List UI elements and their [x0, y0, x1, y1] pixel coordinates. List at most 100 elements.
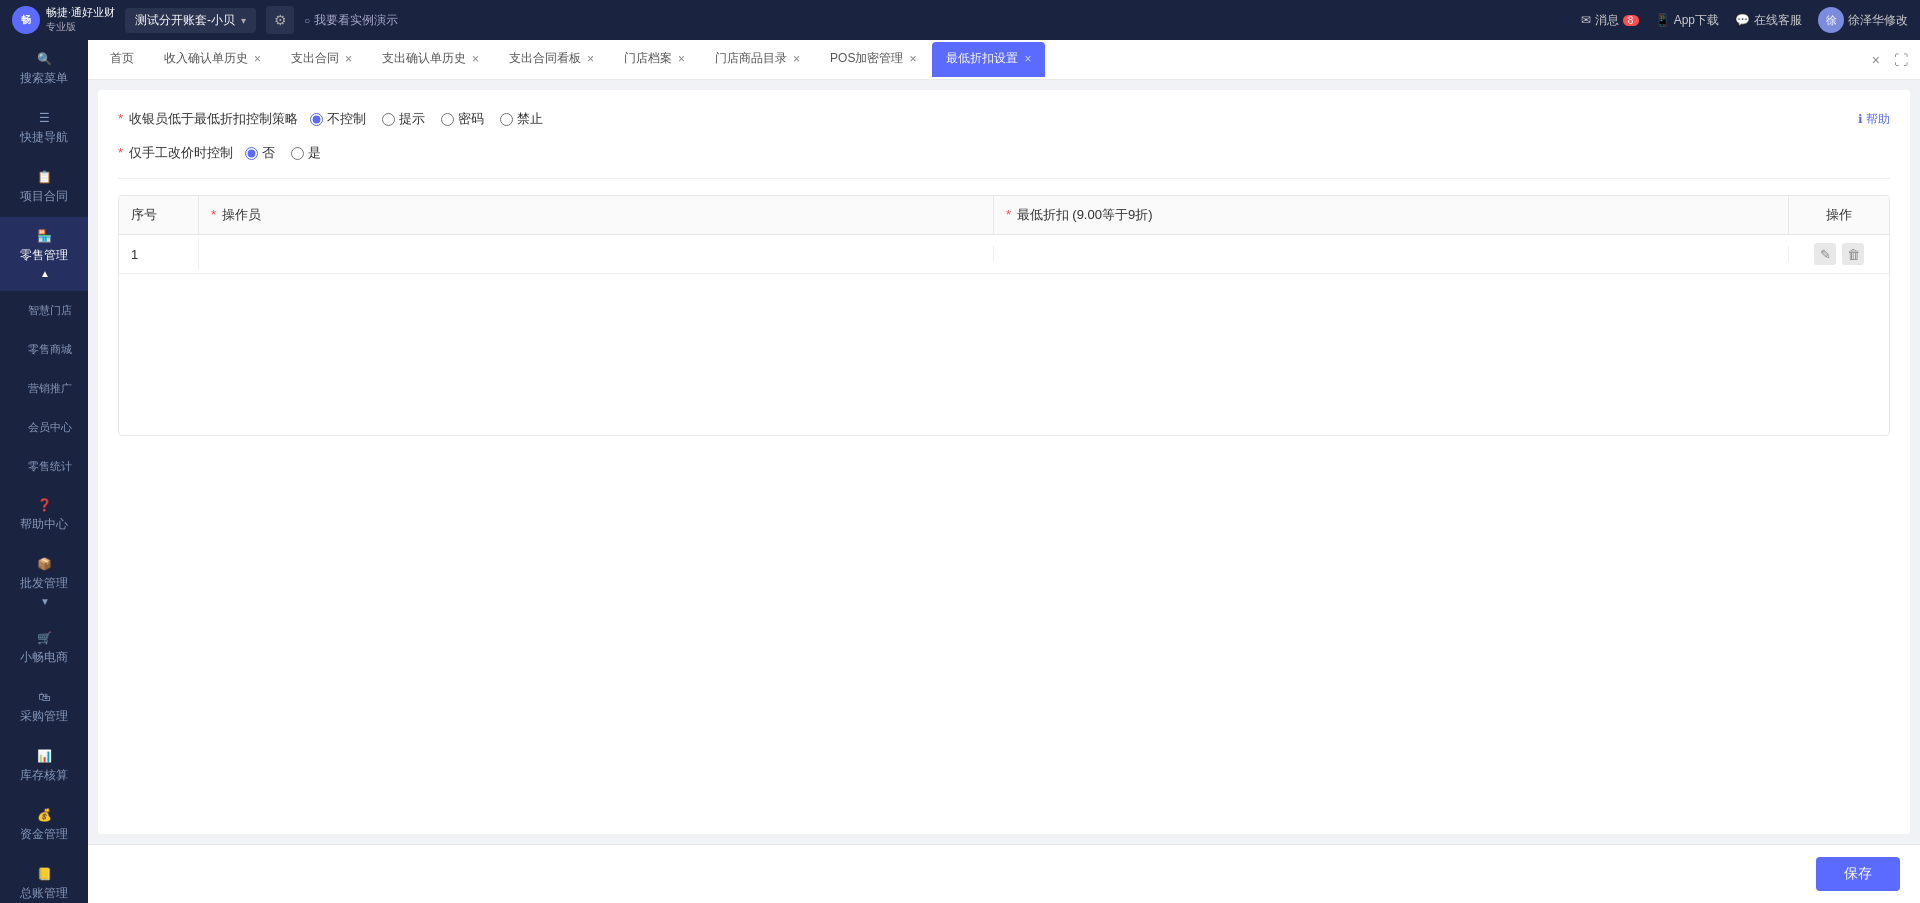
message-label: 消息 — [1595, 12, 1619, 29]
radio-password[interactable]: 密码 — [441, 110, 484, 128]
sidebar-item-ledger-mgmt[interactable]: 📒 总账管理 — [0, 855, 88, 903]
sidebar-item-quick-nav[interactable]: ☰ 快捷导航 — [0, 99, 88, 158]
save-button[interactable]: 保存 — [1816, 857, 1900, 891]
user-name: 徐泽华修改 — [1848, 12, 1908, 29]
logo-text: 畅捷·通好业财 — [46, 6, 115, 19]
project-selector[interactable]: 测试分开账套-小贝 ▾ — [125, 8, 256, 33]
tab-store-goods-catalog[interactable]: 门店商品目录 × — [701, 42, 814, 77]
tab-income-history-label: 收入确认单历史 — [164, 50, 248, 67]
retail-icon: 🏪 — [37, 229, 52, 243]
sidebar-item-help-center[interactable]: ❓ 帮助中心 — [0, 486, 88, 545]
logo-text-block: 畅捷·通好业财 专业版 — [46, 6, 115, 33]
chevron-up-icon: ▲ — [40, 268, 50, 279]
sidebar: 🔍 搜索菜单 ☰ 快捷导航 📋 项目合同 🏪 零售管理 ▲ 智慧门店 零售商城 … — [0, 40, 88, 903]
sidebar-label-help-center: 帮助中心 — [20, 516, 68, 533]
help-icon: ❓ — [37, 498, 52, 512]
radio-forbid-label: 禁止 — [517, 110, 543, 128]
sidebar-item-purchase-mgmt[interactable]: 🛍 采购管理 — [0, 678, 88, 737]
sidebar-item-inventory[interactable]: 📊 库存核算 — [0, 737, 88, 796]
sidebar-label-smart-store: 智慧门店 — [28, 303, 72, 318]
sidebar-item-search[interactable]: 🔍 搜索菜单 — [0, 40, 88, 99]
sidebar-item-batch-mgmt[interactable]: 📦 批发管理 ▼ — [0, 545, 88, 619]
radio-remind[interactable]: 提示 — [382, 110, 425, 128]
sidebar-label-project-contract: 项目合同 — [20, 188, 68, 205]
sidebar-item-project-contract[interactable]: 📋 项目合同 — [0, 158, 88, 217]
page-content: * 收银员低于最低折扣控制策略 不控制 提示 — [88, 80, 1920, 844]
ecommerce-icon: 🛒 — [37, 631, 52, 645]
message-icon: ✉ — [1581, 13, 1591, 27]
sidebar-item-retail-mgmt[interactable]: 🏪 零售管理 ▲ — [0, 217, 88, 291]
sidebar-label-member-center: 会员中心 — [28, 420, 72, 435]
radio-no-label: 否 — [262, 144, 275, 162]
delete-icon[interactable]: 🗑 — [1842, 243, 1864, 265]
tab-pos-password-close[interactable]: × — [909, 52, 916, 66]
tab-bar: 首页 收入确认单历史 × 支出合同 × 支出确认单历史 × 支出合同看板 × 门… — [88, 40, 1920, 80]
message-btn[interactable]: ✉ 消息 8 — [1581, 12, 1639, 29]
sidebar-item-member-center[interactable]: 会员中心 — [0, 408, 88, 447]
sidebar-label-retail-stats: 零售统计 — [28, 459, 72, 474]
help-icon: ℹ — [1858, 112, 1863, 126]
tab-min-discount-settings-close[interactable]: × — [1024, 52, 1031, 66]
topbar: 畅 畅捷·通好业财 专业版 测试分开账套-小贝 ▾ ⚙ 我要看实例演示 ✉ 消息… — [0, 0, 1920, 40]
tab-payment-confirm-history-label: 支出确认单历史 — [382, 50, 466, 67]
discount-table: 序号 * 操作员 * 最低折扣 (9.00等于9折) 操作 1 — [118, 195, 1890, 436]
project-name: 测试分开账套-小贝 — [135, 12, 235, 29]
sidebar-item-ecommerce[interactable]: 🛒 小畅电商 — [0, 619, 88, 678]
radio-yes[interactable]: 是 — [291, 144, 321, 162]
settings-icon[interactable]: ⚙ — [266, 6, 294, 34]
tab-payment-contract-board-label: 支出合同看板 — [509, 50, 581, 67]
tab-income-history-close[interactable]: × — [254, 52, 261, 66]
tab-payment-contract-close[interactable]: × — [345, 52, 352, 66]
radio-no[interactable]: 否 — [245, 144, 275, 162]
th-discount: * 最低折扣 (9.00等于9折) — [994, 196, 1789, 234]
tab-income-history[interactable]: 收入确认单历史 × — [150, 42, 275, 77]
control-strategy-radio-group: 不控制 提示 密码 禁 — [310, 110, 543, 128]
th-discount-required: * — [1006, 207, 1011, 222]
sidebar-item-marketing[interactable]: 营销推广 — [0, 369, 88, 408]
th-action: 操作 — [1789, 196, 1889, 234]
tab-home[interactable]: 首页 — [96, 42, 148, 77]
sidebar-item-smart-store[interactable]: 智慧门店 — [0, 291, 88, 330]
tab-payment-contract-board[interactable]: 支出合同看板 × — [495, 42, 608, 77]
contract-icon: 📋 — [37, 170, 52, 184]
radio-yes-label: 是 — [308, 144, 321, 162]
radio-forbid[interactable]: 禁止 — [500, 110, 543, 128]
help-btn[interactable]: ℹ 帮助 — [1858, 111, 1890, 128]
avatar: 徐 — [1818, 7, 1844, 33]
tab-payment-confirm-history-close[interactable]: × — [472, 52, 479, 66]
demo-link[interactable]: 我要看实例演示 — [304, 12, 398, 29]
tab-home-label: 首页 — [110, 50, 134, 67]
tab-store-goods-catalog-close[interactable]: × — [793, 52, 800, 66]
tab-store-file[interactable]: 门店档案 × — [610, 42, 699, 77]
sidebar-item-retail-stats[interactable]: 零售统计 — [0, 447, 88, 486]
radio-no-control-label: 不控制 — [327, 110, 366, 128]
tab-store-goods-catalog-label: 门店商品目录 — [715, 50, 787, 67]
user-area[interactable]: 徐 徐泽华修改 — [1818, 7, 1908, 33]
tab-close-all-btn[interactable]: × — [1868, 50, 1884, 70]
td-discount-1 — [994, 246, 1789, 262]
tab-min-discount-settings-label: 最低折扣设置 — [946, 50, 1018, 67]
quicknav-icon: ☰ — [39, 111, 50, 125]
sidebar-item-retail-mall[interactable]: 零售商城 — [0, 330, 88, 369]
edit-icon[interactable]: ✎ — [1814, 243, 1836, 265]
td-seq-1: 1 — [119, 239, 199, 270]
tab-payment-contract[interactable]: 支出合同 × — [277, 42, 366, 77]
app-download-label: App下载 — [1674, 12, 1719, 29]
radio-no-control[interactable]: 不控制 — [310, 110, 366, 128]
sidebar-item-fund-mgmt[interactable]: 💰 资金管理 — [0, 796, 88, 855]
sidebar-label-fund-mgmt: 资金管理 — [20, 826, 68, 843]
main-layout: 🔍 搜索菜单 ☰ 快捷导航 📋 项目合同 🏪 零售管理 ▲ 智慧门店 零售商城 … — [0, 40, 1920, 903]
th-seq: 序号 — [119, 196, 199, 234]
app-download-btn[interactable]: 📱 App下载 — [1655, 12, 1719, 29]
sidebar-label-ledger-mgmt: 总账管理 — [20, 885, 68, 902]
tab-expand-btn[interactable]: ⛶ — [1890, 50, 1912, 70]
tab-min-discount-settings[interactable]: 最低折扣设置 × — [932, 42, 1045, 77]
tab-store-file-close[interactable]: × — [678, 52, 685, 66]
online-service-btn[interactable]: 💬 在线客服 — [1735, 12, 1802, 29]
sidebar-label-retail-mall: 零售商城 — [28, 342, 72, 357]
bottom-bar: 保存 — [88, 844, 1920, 903]
tab-pos-password[interactable]: POS加密管理 × — [816, 42, 930, 77]
tab-payment-confirm-history[interactable]: 支出确认单历史 × — [368, 42, 493, 77]
tab-payment-contract-board-close[interactable]: × — [587, 52, 594, 66]
online-service-label: 在线客服 — [1754, 12, 1802, 29]
